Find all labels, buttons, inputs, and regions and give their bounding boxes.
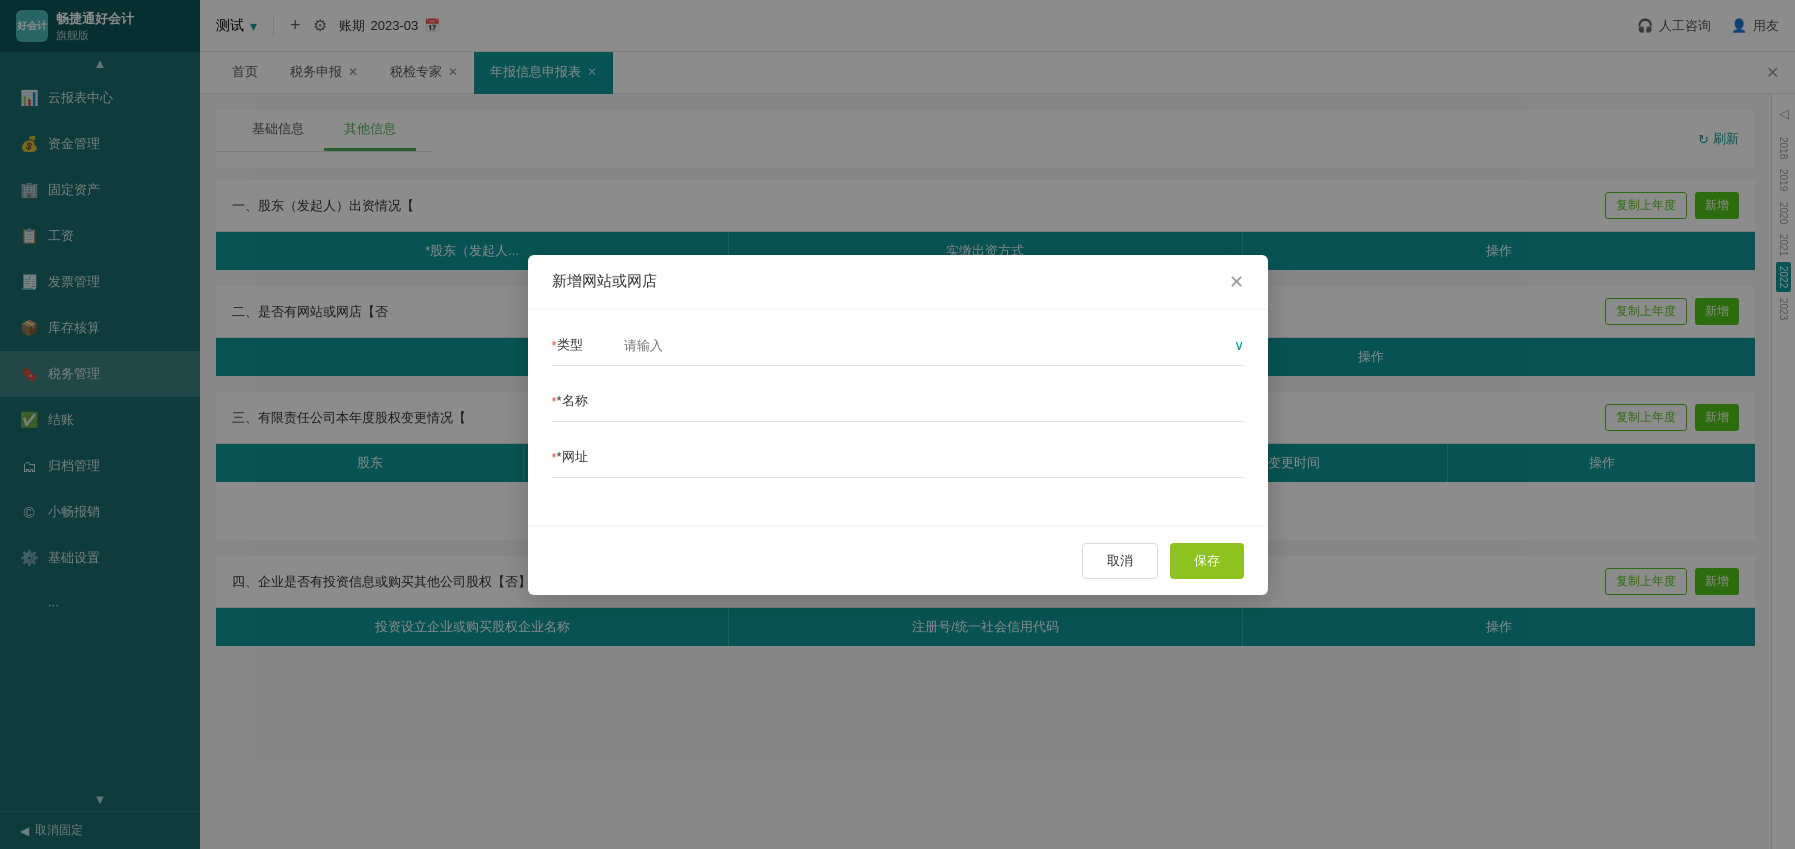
type-input[interactable] (624, 334, 1222, 357)
url-input[interactable] (624, 446, 1244, 469)
modal-body: *类型 ∨ * *名称 * (528, 310, 1268, 526)
form-field-name: * *名称 (552, 390, 1244, 422)
form-field-type: *类型 ∨ (552, 334, 1244, 366)
modal-overlay[interactable]: 新增网站或网店 ✕ *类型 ∨ * *名称 (0, 0, 1795, 849)
form-label-type: *类型 (552, 336, 612, 354)
form-label-name: * *名称 (552, 392, 612, 410)
type-dropdown-icon[interactable]: ∨ (1234, 337, 1244, 353)
modal-footer: 取消 保存 (528, 526, 1268, 595)
form-row-url: * *网址 (552, 446, 1244, 478)
form-row-name: * *名称 (552, 390, 1244, 422)
cancel-button[interactable]: 取消 (1082, 543, 1158, 579)
save-button[interactable]: 保存 (1170, 543, 1244, 579)
name-input[interactable] (624, 390, 1244, 413)
modal-header: 新增网站或网店 ✕ (528, 255, 1268, 310)
modal-close-button[interactable]: ✕ (1229, 271, 1244, 293)
modal-title: 新增网站或网店 (552, 272, 657, 291)
form-field-url: * *网址 (552, 446, 1244, 478)
form-label-url: * *网址 (552, 448, 612, 466)
form-row-type: *类型 ∨ (552, 334, 1244, 366)
add-website-modal: 新增网站或网店 ✕ *类型 ∨ * *名称 (528, 255, 1268, 595)
